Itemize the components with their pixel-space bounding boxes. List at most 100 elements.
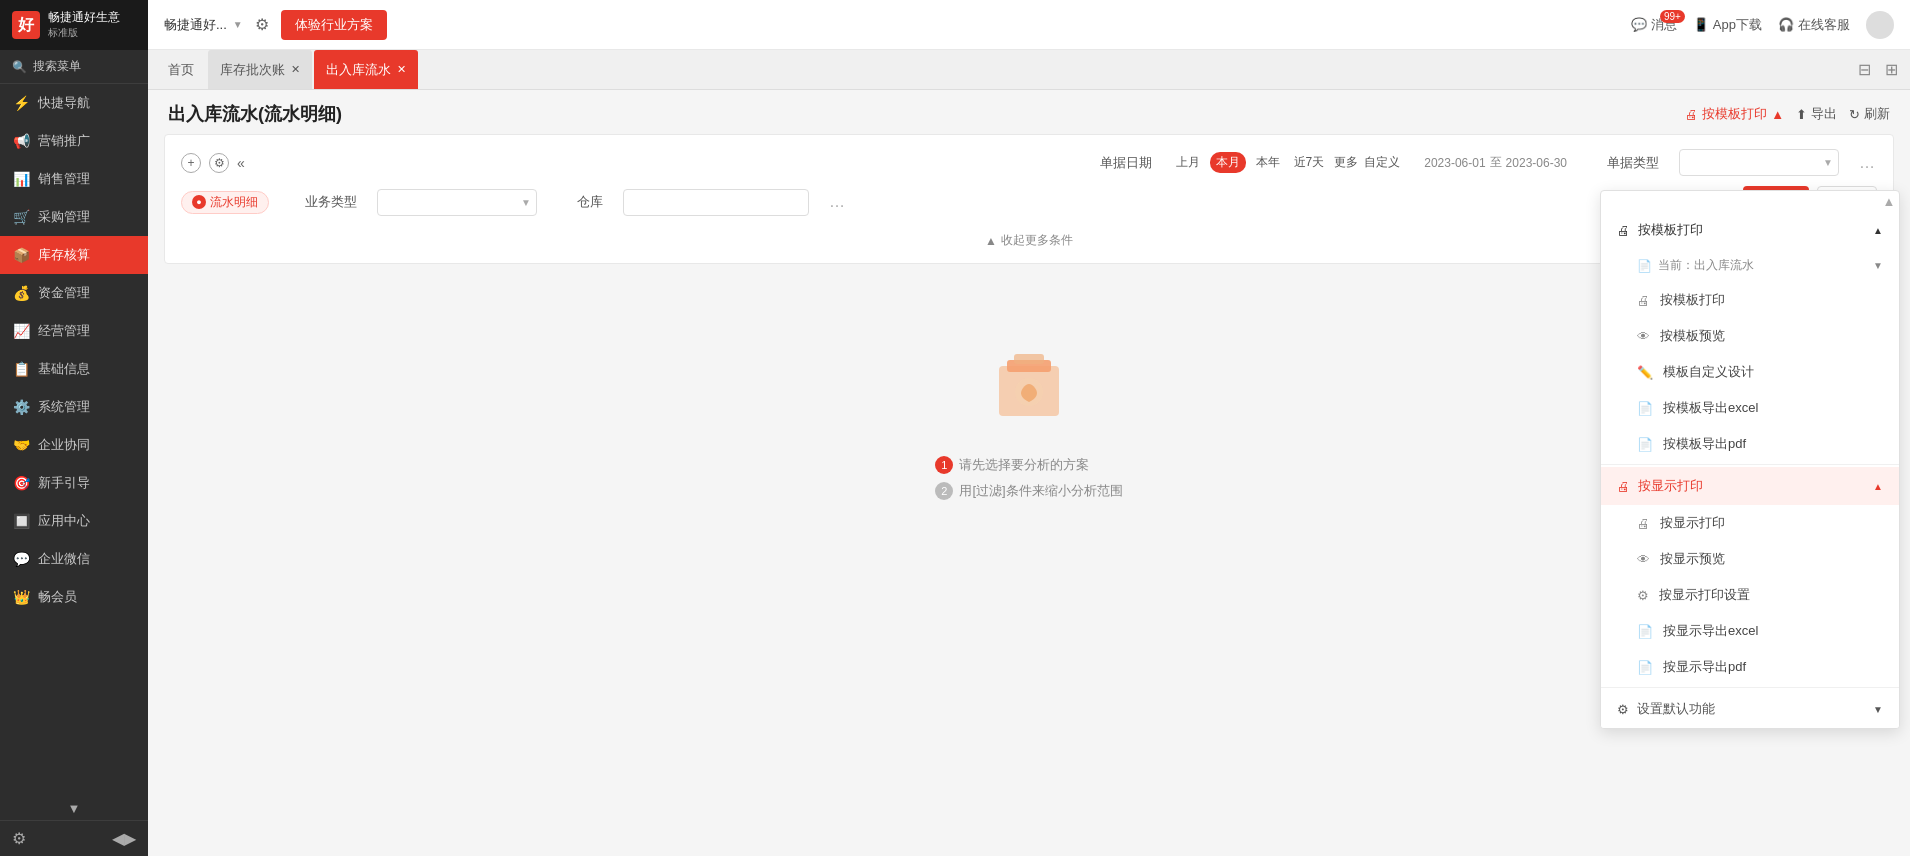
sidebar-item-vip[interactable]: 👑 畅会员 <box>0 578 148 616</box>
export-button[interactable]: ⬆ 导出 <box>1796 105 1837 123</box>
sidebar: 好 畅捷通好生意 标准版 🔍 搜索菜单 ⚡ 快捷导航 📢 营销推广 📊 销售管理… <box>0 0 148 856</box>
dropdown-scroll-up[interactable]: ▲ <box>1879 191 1899 211</box>
purchase-icon: 🛒 <box>12 208 30 226</box>
shortcut-7days[interactable]: 近7天 <box>1290 152 1329 173</box>
sidebar-item-wechat[interactable]: 💬 企业微信 <box>0 540 148 578</box>
sidebar-item-finance-label: 资金管理 <box>38 284 90 302</box>
dropdown-item-template-print[interactable]: 🖨 按模板打印 <box>1601 282 1899 318</box>
tab-collapse-icon[interactable]: ⊟ <box>1854 56 1875 83</box>
doc-type-select[interactable] <box>1679 149 1839 176</box>
warehouse-input[interactable] <box>623 189 809 216</box>
filter-settings-button[interactable]: ⚙ <box>209 153 229 173</box>
app-logo: 好 畅捷通好生意 标准版 <box>0 0 148 50</box>
display-section-header[interactable]: 🖨 按显示打印 ▲ <box>1601 467 1899 505</box>
doc-type-more-icon[interactable]: … <box>1859 154 1877 172</box>
empty-step-2: 2 用[过滤]条件来缩小分析范围 <box>935 478 1122 504</box>
sidebar-item-guide[interactable]: 🎯 新手引导 <box>0 464 148 502</box>
tab-home[interactable]: 首页 <box>156 50 206 89</box>
sidebar-item-purchase[interactable]: 🛒 采购管理 <box>0 198 148 236</box>
dropdown-item-display-print[interactable]: 🖨 按显示打印 <box>1601 505 1899 541</box>
appcenter-icon: 🔲 <box>12 512 30 530</box>
sidebar-item-operations[interactable]: 📈 经营管理 <box>0 312 148 350</box>
shortcut-current-month[interactable]: 本月 <box>1210 152 1246 173</box>
shortcut-more[interactable]: 更多 <box>1334 154 1358 171</box>
collapse-btn[interactable]: ▲ 收起更多条件 <box>985 232 1073 249</box>
sidebar-item-basic[interactable]: 📋 基础信息 <box>0 350 148 388</box>
tab-fullscreen-icon[interactable]: ⊞ <box>1881 56 1902 83</box>
current-template-chevron-icon: ▼ <box>1873 260 1883 271</box>
refresh-button[interactable]: ↻ 刷新 <box>1849 105 1890 123</box>
warehouse-label: 仓库 <box>577 193 603 211</box>
account-selector[interactable]: 畅捷通好... ▼ <box>164 16 243 34</box>
template-section-title: 按模板打印 <box>1638 221 1703 239</box>
tab-batch-label: 库存批次账 <box>220 61 285 79</box>
dropdown-item-display-excel[interactable]: 📄 按显示导出excel <box>1601 613 1899 649</box>
page-header: 出入库流水(流水明细) 🖨 按模板打印 ▲ ⬆ 导出 ↻ 刷新 <box>148 90 1910 134</box>
biz-type-select[interactable] <box>377 189 537 216</box>
display-pdf-label: 按显示导出pdf <box>1663 658 1746 676</box>
print-dropdown: ▲ 🖨 按模板打印 ▲ 📄 当前：出入库流水 ▼ 🖨 按模板打印 <box>1600 190 1900 729</box>
dropdown-item-template-design[interactable]: ✏️ 模板自定义设计 <box>1601 354 1899 390</box>
tabbar: 首页 库存批次账 ✕ 出入库流水 ✕ ⊟ ⊞ <box>148 50 1910 90</box>
sidebar-item-quicknav[interactable]: ⚡ 快捷导航 <box>0 84 148 122</box>
sidebar-scroll-down[interactable]: ▼ <box>0 797 148 820</box>
service-button[interactable]: 🎧 在线客服 <box>1778 16 1850 34</box>
sidebar-item-appcenter-label: 应用中心 <box>38 512 90 530</box>
tab-batch[interactable]: 库存批次账 ✕ <box>208 50 312 89</box>
search-icon: 🔍 <box>12 60 27 74</box>
tab-flow[interactable]: 出入库流水 ✕ <box>314 50 418 89</box>
dropdown-item-display-pdf[interactable]: 📄 按显示导出pdf <box>1601 649 1899 685</box>
sidebar-item-collab[interactable]: 🤝 企业协同 <box>0 426 148 464</box>
shortcut-custom[interactable]: 自定义 <box>1364 154 1400 171</box>
collab-icon: 🤝 <box>12 436 30 454</box>
dropdown-divider <box>1601 464 1899 465</box>
sidebar-item-finance[interactable]: 💰 资金管理 <box>0 274 148 312</box>
display-section-title: 按显示打印 <box>1638 477 1703 495</box>
tab-expand-controls: ⊟ ⊞ <box>1854 56 1902 83</box>
shortcut-year[interactable]: 本年 <box>1252 152 1284 173</box>
trial-button[interactable]: 体验行业方案 <box>281 10 387 40</box>
export-icon: ⬆ <box>1796 107 1807 122</box>
app-logo-icon: 好 <box>12 11 40 39</box>
template-preview-label: 按模板预览 <box>1660 327 1725 345</box>
settings-icon[interactable]: ⚙ <box>12 829 26 848</box>
app-name: 畅捷通好生意 <box>48 10 120 26</box>
system-icon: ⚙️ <box>12 398 30 416</box>
wechat-icon: 💬 <box>12 550 30 568</box>
dropdown-footer[interactable]: ⚙ 设置默认功能 ▼ <box>1601 690 1899 728</box>
user-avatar[interactable] <box>1866 11 1894 39</box>
tag-icon: ● <box>192 195 206 209</box>
sidebar-item-appcenter[interactable]: 🔲 应用中心 <box>0 502 148 540</box>
inventory-icon: 📦 <box>12 246 30 264</box>
sidebar-item-system[interactable]: ⚙️ 系统管理 <box>0 388 148 426</box>
sidebar-item-marketing[interactable]: 📢 营销推广 <box>0 122 148 160</box>
print-template-button[interactable]: 🖨 按模板打印 ▲ <box>1685 105 1784 123</box>
sidebar-item-sales[interactable]: 📊 销售管理 <box>0 160 148 198</box>
collapse-icon[interactable]: ◀▶ <box>112 829 136 848</box>
filter-add-button[interactable]: + <box>181 153 201 173</box>
dropdown-item-template-excel[interactable]: 📄 按模板导出excel <box>1601 390 1899 426</box>
app-download-button[interactable]: 📱 App下载 <box>1693 16 1762 34</box>
current-template-label: 当前：出入库流水 <box>1658 257 1754 274</box>
current-template[interactable]: 📄 当前：出入库流水 ▼ <box>1601 249 1899 282</box>
sidebar-item-inventory[interactable]: 📦 库存核算 <box>0 236 148 274</box>
sidebar-item-wechat-label: 企业微信 <box>38 550 90 568</box>
message-button[interactable]: 💬 消息 99+ <box>1631 16 1677 34</box>
warehouse-more-icon[interactable]: … <box>829 193 847 211</box>
dropdown-item-template-pdf[interactable]: 📄 按模板导出pdf <box>1601 426 1899 462</box>
dropdown-item-display-preview[interactable]: 👁 按显示预览 <box>1601 541 1899 577</box>
search-menu-button[interactable]: 🔍 搜索菜单 <box>12 58 136 75</box>
tab-flow-close-icon[interactable]: ✕ <box>397 63 406 76</box>
sidebar-search[interactable]: 🔍 搜索菜单 <box>0 50 148 84</box>
filter-collapse-button[interactable]: « <box>237 155 245 171</box>
shortcut-prev-month[interactable]: 上月 <box>1172 152 1204 173</box>
dropdown-item-display-settings[interactable]: ⚙ 按显示打印设置 <box>1601 577 1899 613</box>
doc-type-select-wrap: ▼ <box>1679 149 1839 176</box>
service-label: 在线客服 <box>1798 16 1850 34</box>
dropdown-item-template-preview[interactable]: 👁 按模板预览 <box>1601 318 1899 354</box>
sidebar-item-collab-label: 企业协同 <box>38 436 90 454</box>
gear-icon[interactable]: ⚙ <box>255 15 269 34</box>
main-area: 畅捷通好... ▼ ⚙ 体验行业方案 💬 消息 99+ 📱 App下载 🎧 在线… <box>148 0 1910 856</box>
template-section-header[interactable]: 🖨 按模板打印 ▲ <box>1601 211 1899 249</box>
tab-batch-close-icon[interactable]: ✕ <box>291 63 300 76</box>
